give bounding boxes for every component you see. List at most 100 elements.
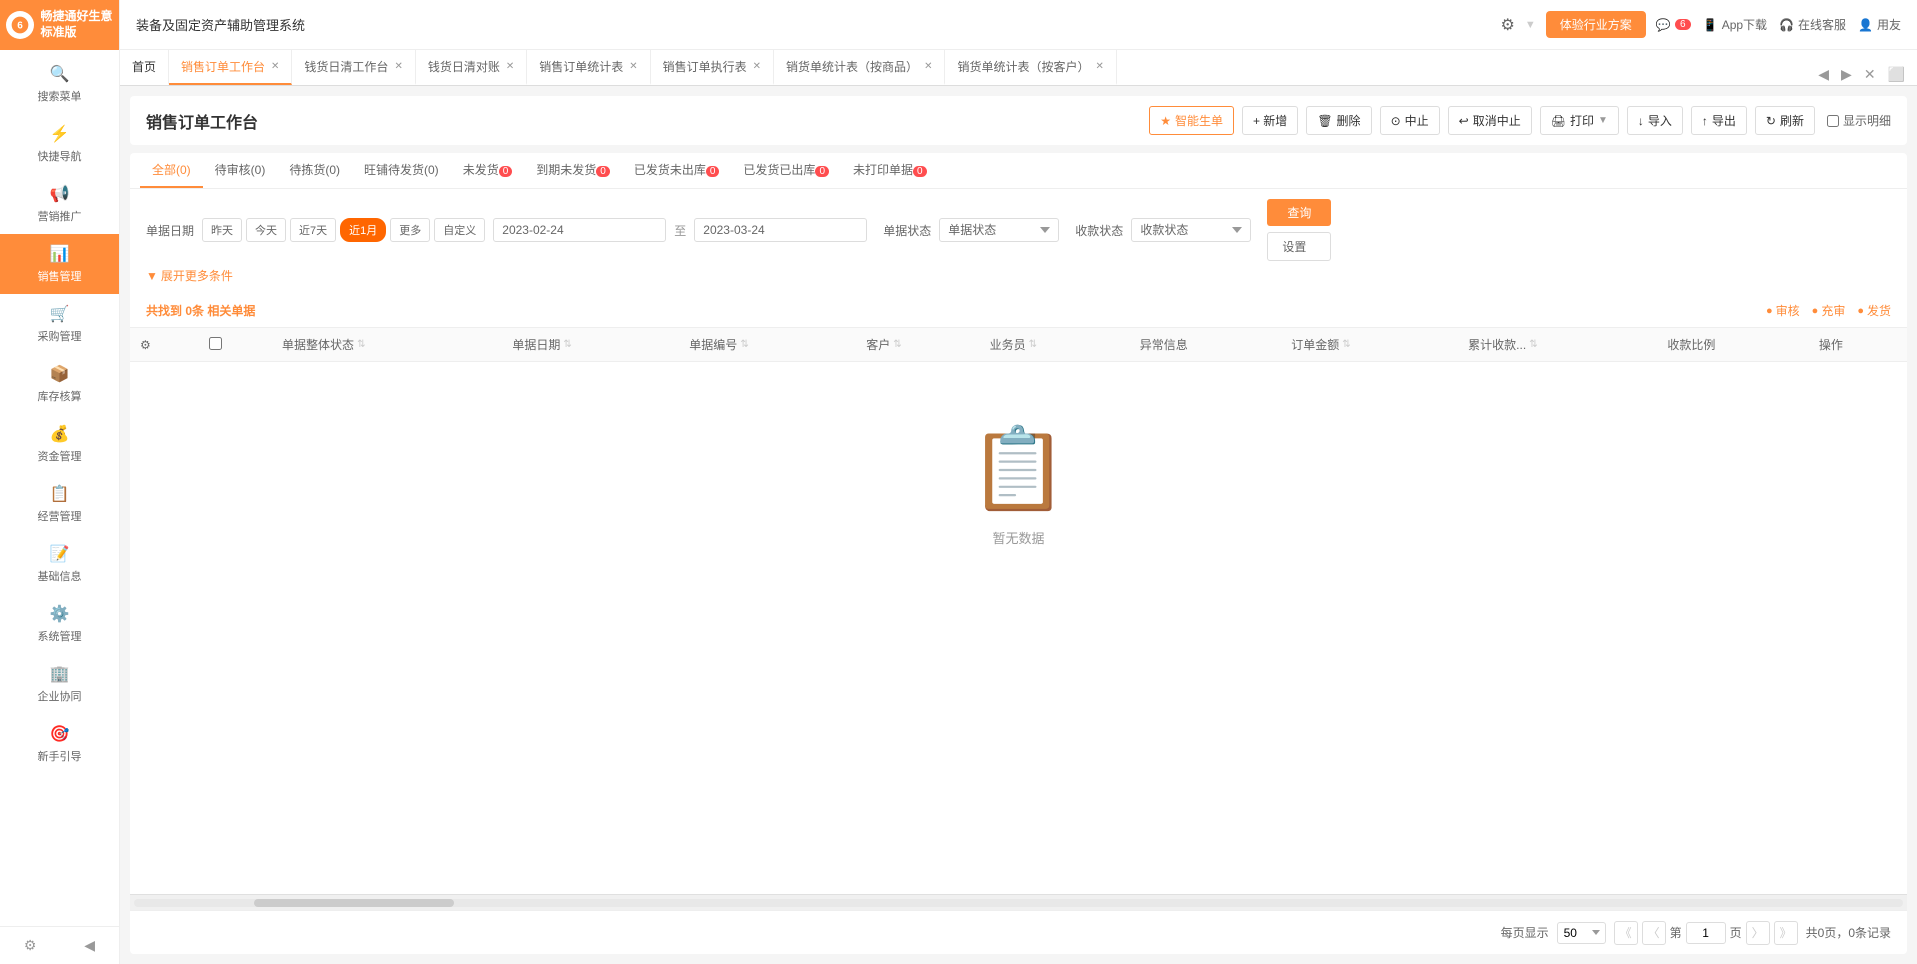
page-number-input[interactable] xyxy=(1686,922,1726,944)
filter-tab-unshipped[interactable]: 未发货0 xyxy=(451,153,525,188)
next-page-btn[interactable]: 〉 xyxy=(1746,921,1770,945)
export-btn[interactable]: ↑ 导出 xyxy=(1691,106,1747,135)
sort-icon[interactable]: ⇅ xyxy=(893,339,901,350)
collapse-icon[interactable]: ◀ xyxy=(84,937,95,954)
tab-sales-workbench[interactable]: 销售订单工作台✕ xyxy=(169,50,292,85)
user-btn[interactable]: 👤 用友 xyxy=(1858,16,1901,33)
tab-close-cash-reconcile[interactable]: ✕ xyxy=(506,61,514,72)
tab-cash-daily[interactable]: 钱货日清工作台✕ xyxy=(292,50,415,85)
column-settings-icon[interactable]: ⚙ xyxy=(140,338,151,352)
setting-btn[interactable]: 设置 xyxy=(1267,232,1331,261)
tab-close-sales-stats-customer[interactable]: ✕ xyxy=(1095,61,1103,72)
tab-cash-reconcile[interactable]: 钱货日清对账✕ xyxy=(416,50,527,85)
filter-tab-wangpu-pending[interactable]: 旺铺待发货(0) xyxy=(352,153,451,188)
th-status[interactable]: 单据整体状态⇅ xyxy=(272,328,502,362)
date-btn-yesterday[interactable]: 昨天 xyxy=(202,218,242,242)
sidebar-item-guide[interactable]: 🎯新手引导 xyxy=(0,714,119,774)
expand-conditions-btn[interactable]: ▼ 展开更多条件 xyxy=(146,267,1891,284)
expand-arrow[interactable]: ▼ xyxy=(1525,19,1536,31)
table-action-unreview[interactable]: ● 充审 xyxy=(1812,302,1846,319)
sidebar-item-search[interactable]: 🔍搜索菜单 xyxy=(0,54,119,114)
solution-btn[interactable]: 体验行业方案 xyxy=(1546,11,1646,38)
page-size-select[interactable]: 50 10 20 100 xyxy=(1557,922,1606,944)
config-icon[interactable]: ⚙ xyxy=(1501,15,1515,35)
tab-close-sales-stats[interactable]: ✕ xyxy=(629,61,637,72)
sidebar-item-system[interactable]: ⚙️系统管理 xyxy=(0,594,119,654)
sidebar-item-quick-nav[interactable]: ⚡快捷导航 xyxy=(0,114,119,174)
tab-close-all[interactable]: ✕ xyxy=(1860,64,1880,85)
tab-home[interactable]: 首页 xyxy=(120,50,169,85)
print-btn[interactable]: 🖨 打印 ▼ xyxy=(1540,106,1619,135)
filter-tab-shipped-out[interactable]: 已发货已出库0 xyxy=(731,153,841,188)
refresh-btn[interactable]: ↻ 刷新 xyxy=(1755,106,1815,135)
detail-checkbox[interactable] xyxy=(1827,115,1839,127)
last-page-btn[interactable]: 》 xyxy=(1774,921,1798,945)
query-btn[interactable]: 查询 xyxy=(1267,199,1331,226)
scrollbar-area[interactable] xyxy=(130,894,1907,910)
th-amount[interactable]: 订单金额⇅ xyxy=(1281,328,1458,362)
sort-icon[interactable]: ⇅ xyxy=(1342,339,1350,350)
sort-icon[interactable]: ⇅ xyxy=(1529,339,1537,350)
date-btn-more[interactable]: 更多 xyxy=(390,218,430,242)
th-number[interactable]: 单据编号⇅ xyxy=(679,328,856,362)
sidebar-item-base-info[interactable]: 📝基础信息 xyxy=(0,534,119,594)
tab-sales-exec[interactable]: 销售订单执行表✕ xyxy=(651,50,774,85)
app-download-btn[interactable]: 📱 App下载 xyxy=(1703,16,1767,33)
filter-tab-unprinted[interactable]: 未打印单据0 xyxy=(841,153,939,188)
smart-btn[interactable]: ★ 智能生单 xyxy=(1149,106,1234,135)
date-btn-today[interactable]: 今天 xyxy=(246,218,286,242)
cancel-suspend-btn[interactable]: ↩ 取消中止 xyxy=(1448,106,1532,135)
sort-icon[interactable]: ⇅ xyxy=(1029,339,1037,350)
status-select[interactable]: 单据状态 xyxy=(939,218,1059,242)
sidebar-item-enterprise[interactable]: 🏢企业协同 xyxy=(0,654,119,714)
sidebar-item-sales[interactable]: 📊销售管理 xyxy=(0,234,119,294)
date-from-input[interactable] xyxy=(493,218,666,242)
tab-close-cash-daily[interactable]: ✕ xyxy=(394,61,402,72)
sidebar-item-marketing[interactable]: 📢营销推广 xyxy=(0,174,119,234)
filter-tab-pending-inspection[interactable]: 待拣货(0) xyxy=(277,153,352,188)
sidebar-item-inventory[interactable]: 📦库存核算 xyxy=(0,354,119,414)
tab-arrow-right[interactable]: ▶ xyxy=(1837,64,1856,85)
import-btn[interactable]: ↓ 导入 xyxy=(1627,106,1683,135)
sidebar-item-operations[interactable]: 📋经营管理 xyxy=(0,474,119,534)
settings-footer-icon[interactable]: ⚙ xyxy=(24,937,37,954)
tab-arrow-left[interactable]: ◀ xyxy=(1814,64,1833,85)
date-btn-1month[interactable]: 近1月 xyxy=(340,218,386,242)
sort-icon[interactable]: ⇅ xyxy=(357,339,365,350)
tab-close-sales-stats-product[interactable]: ✕ xyxy=(924,61,932,72)
date-btn-7days[interactable]: 近7天 xyxy=(290,218,336,242)
online-service-btn[interactable]: 🎧 在线客服 xyxy=(1779,16,1846,33)
sidebar-item-finance[interactable]: 💰资金管理 xyxy=(0,414,119,474)
sort-icon[interactable]: ⇅ xyxy=(563,339,571,350)
tab-close-sales-exec[interactable]: ✕ xyxy=(753,61,761,72)
delete-btn[interactable]: 🗑 删除 xyxy=(1306,106,1371,135)
filter-tab-shipped-not-out[interactable]: 已发货未出库0 xyxy=(622,153,732,188)
filter-tab-overdue-unshipped[interactable]: 到期未发货0 xyxy=(524,153,622,188)
tab-close-sales-workbench[interactable]: ✕ xyxy=(271,61,279,72)
date-to-input[interactable] xyxy=(694,218,867,242)
th-received[interactable]: 累计收款...⇅ xyxy=(1458,328,1657,362)
show-detail-toggle[interactable]: 显示明细 xyxy=(1827,112,1891,129)
select-all-checkbox[interactable] xyxy=(209,337,222,350)
th-customer[interactable]: 客户⇅ xyxy=(856,328,979,362)
filter-tab-all[interactable]: 全部(0) xyxy=(140,153,203,188)
date-btn-custom[interactable]: 自定义 xyxy=(434,218,485,242)
sort-icon[interactable]: ⇅ xyxy=(740,339,748,350)
sidebar-item-purchase[interactable]: 🛒采购管理 xyxy=(0,294,119,354)
first-page-btn[interactable]: 《 xyxy=(1614,921,1638,945)
scrollbar-thumb[interactable] xyxy=(254,899,454,907)
tab-sales-stats-customer[interactable]: 销货单统计表（按客户）✕ xyxy=(945,50,1116,85)
message-btn[interactable]: 💬 6 xyxy=(1656,18,1691,32)
new-btn[interactable]: + 新增 xyxy=(1242,106,1298,135)
th-staff[interactable]: 业务员⇅ xyxy=(980,328,1130,362)
suspend-btn[interactable]: ⊙ 中止 xyxy=(1380,106,1440,135)
table-action-ship[interactable]: ● 发货 xyxy=(1857,302,1891,319)
th-date[interactable]: 单据日期⇅ xyxy=(502,328,679,362)
payment-select[interactable]: 收款状态 xyxy=(1131,218,1251,242)
table-action-review[interactable]: ● 审核 xyxy=(1766,302,1800,319)
scrollbar-track[interactable] xyxy=(134,899,1903,907)
tab-maximize[interactable]: ⬜ xyxy=(1884,64,1909,85)
filter-tab-pending-review[interactable]: 待审核(0) xyxy=(203,153,278,188)
tab-sales-stats[interactable]: 销售订单统计表✕ xyxy=(527,50,650,85)
prev-page-btn[interactable]: 〈 xyxy=(1642,921,1666,945)
